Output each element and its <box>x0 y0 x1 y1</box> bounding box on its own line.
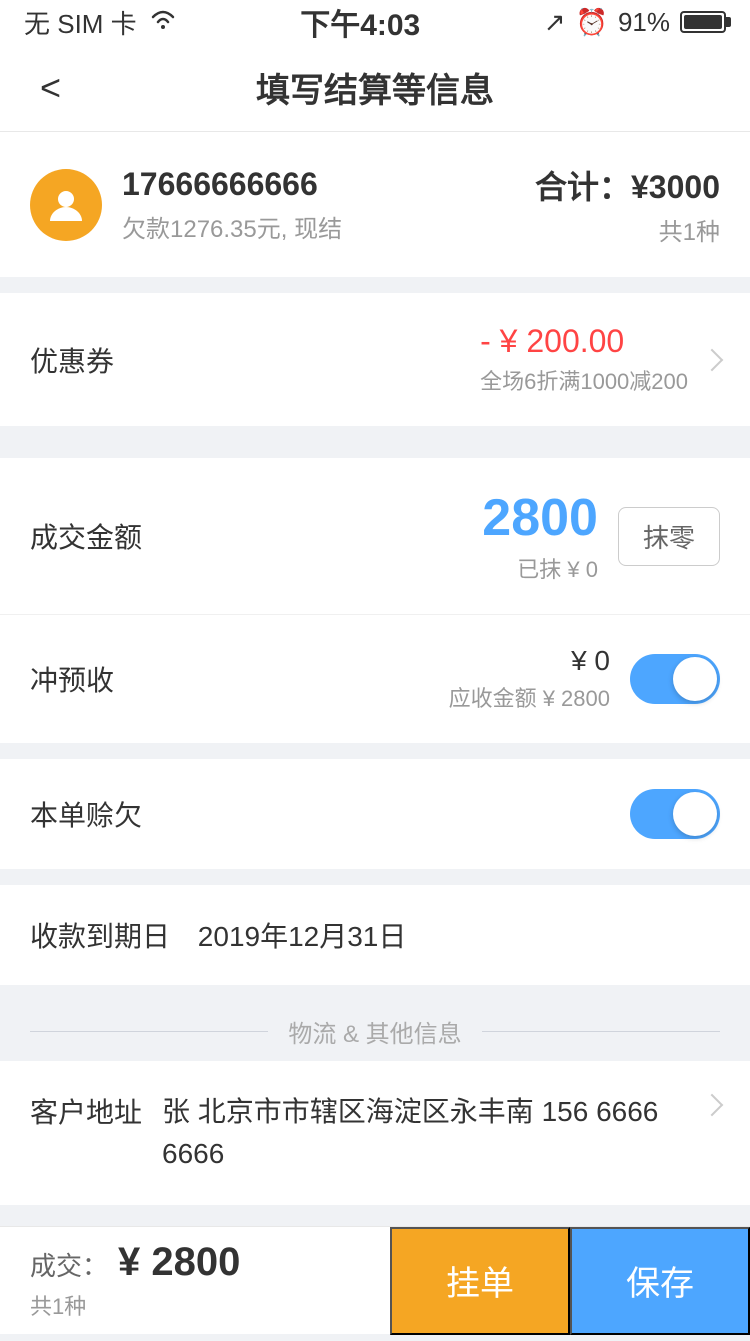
transaction-right: 2800 已抹 ¥ 0 抹零 <box>482 488 720 584</box>
total-count: 共1种 <box>535 212 720 247</box>
prepay-value-block: ¥ 0 应收金额 ¥ 2800 <box>449 645 610 713</box>
coupon-desc: 全场6折满1000减200 <box>480 364 688 396</box>
total-amount: 合计：¥3000 <box>535 162 720 208</box>
nav-bar: < 填写结算等信息 <box>0 44 750 132</box>
customer-info: 17666666666 欠款1276.35元, 现结 <box>122 166 342 244</box>
hold-button[interactable]: 挂单 <box>390 1227 570 1335</box>
status-right: ↗ ⏰ 91% <box>544 7 726 38</box>
credit-toggle-knob <box>673 792 717 836</box>
address-value: 张 北京市市辖区海淀区永丰南 156 6666 6666 <box>162 1091 704 1175</box>
credit-label: 本单赊欠 <box>30 794 142 834</box>
due-date-value: 2019年12月31日 <box>198 921 407 952</box>
transaction-amount: 2800 <box>482 489 598 547</box>
coupon-section: 优惠券 - ¥ 200.00 全场6折满1000减200 <box>0 293 750 426</box>
prepay-amount: ¥ 0 <box>449 645 610 677</box>
prepay-sub: 应收金额 ¥ 2800 <box>449 681 610 713</box>
address-chevron-icon <box>701 1094 724 1117</box>
prepay-toggle[interactable] <box>630 654 720 704</box>
credit-section: 本单赊欠 <box>0 759 750 869</box>
coupon-value: - ¥ 200.00 <box>480 323 688 360</box>
bottom-bar: 成交： ¥ 2800 共1种 挂单 保存 <box>0 1226 750 1334</box>
divider-1 <box>0 442 750 458</box>
prepay-label: 冲预收 <box>30 659 114 699</box>
logistics-label: 物流 & 其他信息 <box>268 1014 481 1049</box>
address-label: 客户地址 <box>30 1091 142 1131</box>
prepay-row: 冲预收 ¥ 0 应收金额 ¥ 2800 <box>0 615 750 743</box>
bottom-trans-count: 共1种 <box>30 1289 360 1321</box>
location-icon: ↗ <box>544 7 566 38</box>
due-date-label: 收款到期日 <box>30 921 170 952</box>
transaction-sub: 已抹 ¥ 0 <box>482 552 598 584</box>
round-button[interactable]: 抹零 <box>618 507 720 566</box>
customer-card: 17666666666 欠款1276.35元, 现结 合计：¥3000 共1种 <box>0 132 750 277</box>
alarm-icon: ⏰ <box>576 7 608 38</box>
bottom-summary: 成交： ¥ 2800 共1种 <box>0 1240 390 1321</box>
due-date-row: 收款到期日 2019年12月31日 <box>0 885 750 985</box>
back-button[interactable]: < <box>30 57 71 119</box>
credit-toggle[interactable] <box>630 789 720 839</box>
transaction-label: 成交金额 <box>30 516 142 556</box>
customer-sub: 欠款1276.35元, 现结 <box>122 209 342 244</box>
chevron-icon <box>701 348 724 371</box>
status-left: 无 SIM 卡 <box>24 4 177 41</box>
toggle-knob <box>673 657 717 701</box>
coupon-row[interactable]: 优惠券 - ¥ 200.00 全场6折满1000减200 <box>0 293 750 426</box>
divider-2 <box>0 743 750 759</box>
credit-row: 本单赊欠 <box>0 759 750 869</box>
customer-left: 17666666666 欠款1276.35元, 现结 <box>30 166 342 244</box>
transaction-row: 成交金额 2800 已抹 ¥ 0 抹零 <box>0 458 750 615</box>
battery-icon <box>680 11 726 33</box>
save-button[interactable]: 保存 <box>570 1227 750 1335</box>
battery-percentage: 91% <box>618 7 670 38</box>
prepay-right: ¥ 0 应收金额 ¥ 2800 <box>449 645 720 713</box>
address-row[interactable]: 客户地址 张 北京市市辖区海淀区永丰南 156 6666 6666 <box>0 1061 750 1205</box>
logistics-divider: 物流 & 其他信息 <box>0 1001 750 1061</box>
sim-status: 无 SIM 卡 <box>24 4 137 41</box>
transaction-section: 成交金额 2800 已抹 ¥ 0 抹零 冲预收 ¥ 0 应收金额 ¥ 2800 <box>0 458 750 743</box>
due-date-section: 收款到期日 2019年12月31日 <box>0 885 750 985</box>
bottom-trans-amount: ¥ 2800 <box>118 1240 240 1285</box>
bottom-trans-label: 成交： <box>30 1246 108 1283</box>
coupon-right: - ¥ 200.00 全场6折满1000减200 <box>480 323 720 396</box>
status-bar: 无 SIM 卡 下午4:03 ↗ ⏰ 91% <box>0 0 750 44</box>
page-title: 填写结算等信息 <box>256 63 494 112</box>
wifi-icon <box>149 7 177 38</box>
coupon-label: 优惠券 <box>30 340 114 380</box>
status-time: 下午4:03 <box>300 0 420 44</box>
customer-phone: 17666666666 <box>122 166 342 203</box>
content: 17666666666 欠款1276.35元, 现结 合计：¥3000 共1种 … <box>0 132 750 1341</box>
customer-right: 合计：¥3000 共1种 <box>535 162 720 247</box>
bottom-summary-row: 成交： ¥ 2800 <box>30 1240 360 1285</box>
address-section: 客户地址 张 北京市市辖区海淀区永丰南 156 6666 6666 <box>0 1061 750 1205</box>
avatar <box>30 169 102 241</box>
